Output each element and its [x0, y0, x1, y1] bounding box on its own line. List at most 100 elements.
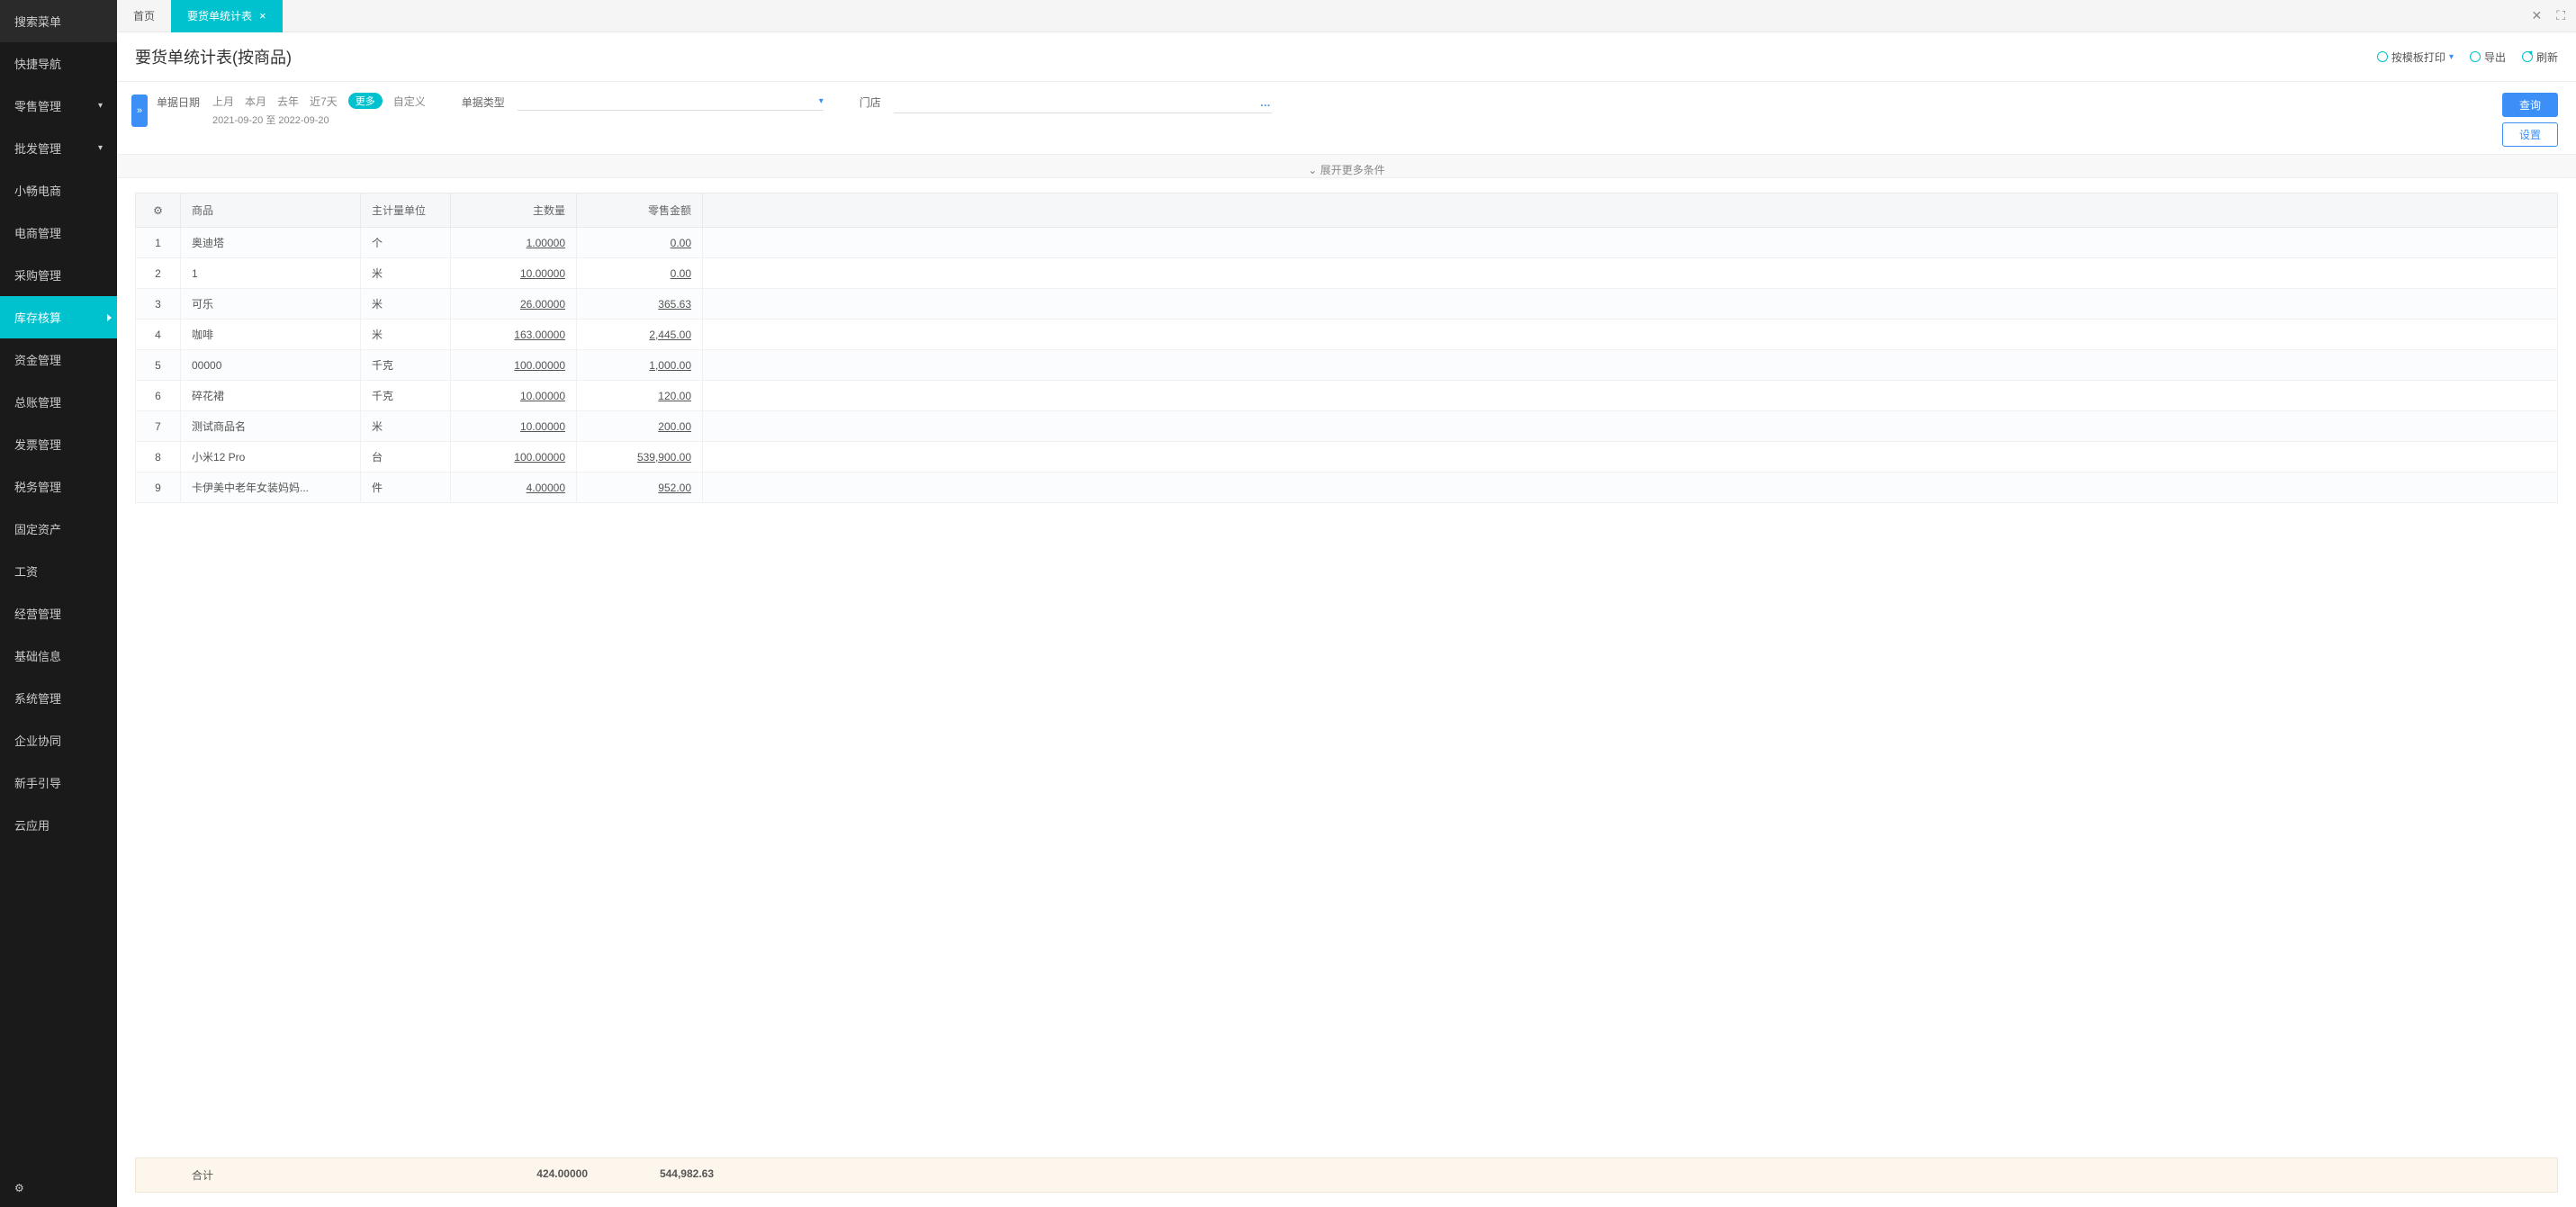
table-row[interactable]: 9卡伊美中老年女装妈妈...件4.00000952.00	[136, 473, 2558, 503]
sidebar-item-label: 库存核算	[14, 309, 61, 326]
settings-button[interactable]: 设置	[2502, 122, 2558, 147]
cell-amount[interactable]: 952.00	[577, 473, 703, 503]
sidebar-item-18[interactable]: 新手引导	[0, 761, 117, 804]
export-action[interactable]: 导出	[2470, 50, 2506, 65]
preset-7days[interactable]: 近7天	[310, 94, 338, 109]
cell-qty[interactable]: 1.00000	[451, 228, 577, 258]
row-index: 2	[136, 258, 181, 289]
preset-more[interactable]: 更多	[348, 93, 383, 109]
sidebar-item-9[interactable]: 总账管理	[0, 381, 117, 423]
sidebar-item-1[interactable]: 快捷导航	[0, 42, 117, 85]
table-row[interactable]: 6碎花裙千克10.00000120.00	[136, 381, 2558, 411]
sidebar-item-11[interactable]: 税务管理	[0, 465, 117, 508]
sidebar-item-0[interactable]: 搜索菜单	[0, 0, 117, 42]
table-row[interactable]: 500000千克100.000001,000.00	[136, 350, 2558, 381]
date-filter: 单据日期 上月 本月 去年 近7天 更多 自定义 2021-09-20 至 20…	[157, 93, 426, 127]
table-row[interactable]: 4咖啡米163.000002,445.00	[136, 320, 2558, 350]
cell-amount[interactable]: 200.00	[577, 411, 703, 442]
preset-custom[interactable]: 自定义	[393, 94, 426, 109]
tab-label: 要货单统计表	[187, 8, 252, 23]
cell-amount[interactable]: 0.00	[577, 258, 703, 289]
sidebar-item-10[interactable]: 发票管理	[0, 423, 117, 465]
sidebar-item-label: 电商管理	[14, 224, 61, 241]
sidebar-item-2[interactable]: 零售管理▾	[0, 85, 117, 127]
cell-qty[interactable]: 163.00000	[451, 320, 577, 350]
cell-qty[interactable]: 10.00000	[451, 411, 577, 442]
tab-1[interactable]: 要货单统计表 ×	[171, 0, 283, 32]
store-select[interactable]: …	[894, 93, 1272, 113]
close-all-icon[interactable]: ✕	[2527, 5, 2545, 27]
sidebar-item-label: 总账管理	[14, 393, 61, 410]
cell-amount[interactable]: 539,900.00	[577, 442, 703, 473]
print-action[interactable]: 按模板打印 ▾	[2377, 50, 2454, 65]
totals-label: 合计	[192, 1167, 372, 1183]
preset-this-month[interactable]: 本月	[245, 94, 266, 109]
row-index: 3	[136, 289, 181, 320]
sidebar-item-3[interactable]: 批发管理▾	[0, 127, 117, 169]
column-header-amount[interactable]: 零售金额	[577, 194, 703, 228]
sidebar-item-12[interactable]: 固定资产	[0, 508, 117, 550]
sidebar-item-17[interactable]: 企业协同	[0, 719, 117, 761]
sidebar-item-7[interactable]: 库存核算	[0, 296, 117, 338]
cell-qty[interactable]: 26.00000	[451, 289, 577, 320]
cell-unit: 千克	[361, 350, 451, 381]
type-select[interactable]: ▾	[518, 93, 824, 111]
column-header-qty[interactable]: 主数量	[451, 194, 577, 228]
sidebar-item-label: 企业协同	[14, 732, 61, 749]
table-row[interactable]: 21米10.000000.00	[136, 258, 2558, 289]
table-row[interactable]: 1奥迪塔个1.000000.00	[136, 228, 2558, 258]
table-row[interactable]: 8小米12 Pro台100.00000539,900.00	[136, 442, 2558, 473]
sidebar-settings[interactable]: ⚙	[0, 1169, 117, 1207]
sidebar-item-8[interactable]: 资金管理	[0, 338, 117, 381]
cell-product: 碎花裙	[181, 381, 361, 411]
sidebar-item-label: 基础信息	[14, 647, 61, 664]
sidebar-item-16[interactable]: 系统管理	[0, 677, 117, 719]
column-header-product[interactable]: 商品	[181, 194, 361, 228]
cell-amount[interactable]: 365.63	[577, 289, 703, 320]
sidebar-item-19[interactable]: 云应用	[0, 804, 117, 846]
table-row[interactable]: 7测试商品名米10.00000200.00	[136, 411, 2558, 442]
sidebar: 搜索菜单快捷导航零售管理▾批发管理▾小畅电商电商管理采购管理库存核算资金管理总账…	[0, 0, 117, 1207]
cell-unit: 台	[361, 442, 451, 473]
sidebar-item-label: 采购管理	[14, 266, 61, 284]
sidebar-item-15[interactable]: 基础信息	[0, 635, 117, 677]
cell-unit: 米	[361, 289, 451, 320]
cell-unit: 件	[361, 473, 451, 503]
column-header-unit[interactable]: 主计量单位	[361, 194, 451, 228]
cell-amount[interactable]: 2,445.00	[577, 320, 703, 350]
query-button[interactable]: 查询	[2502, 93, 2558, 117]
cell-amount[interactable]: 120.00	[577, 381, 703, 411]
sidebar-item-label: 搜索菜单	[14, 13, 61, 30]
preset-last-month[interactable]: 上月	[212, 94, 234, 109]
sidebar-item-14[interactable]: 经营管理	[0, 592, 117, 635]
expand-conditions[interactable]: ⌄ 展开更多条件	[117, 154, 2576, 177]
table-row[interactable]: 3可乐米26.00000365.63	[136, 289, 2558, 320]
preset-last-year[interactable]: 去年	[277, 94, 299, 109]
sidebar-item-13[interactable]: 工资	[0, 550, 117, 592]
totals-row: 合计 424.00000 544,982.63	[135, 1157, 2558, 1193]
chevron-down-icon: ▾	[2449, 52, 2454, 62]
store-filter: 门店 …	[860, 93, 1272, 113]
sidebar-item-4[interactable]: 小畅电商	[0, 169, 117, 212]
cell-amount[interactable]: 1,000.00	[577, 350, 703, 381]
refresh-action[interactable]: 刷新	[2522, 50, 2558, 65]
tab-0[interactable]: 首页	[117, 0, 171, 32]
cell-qty[interactable]: 100.00000	[451, 442, 577, 473]
cell-amount[interactable]: 0.00	[577, 228, 703, 258]
cell-qty[interactable]: 10.00000	[451, 258, 577, 289]
sidebar-item-6[interactable]: 采购管理	[0, 254, 117, 296]
close-icon[interactable]: ×	[259, 9, 266, 23]
cell-qty[interactable]: 100.00000	[451, 350, 577, 381]
gear-icon: ⚙	[153, 204, 163, 217]
row-index: 1	[136, 228, 181, 258]
cell-product: 1	[181, 258, 361, 289]
gear-column-header[interactable]: ⚙	[136, 194, 181, 228]
collapse-toggle[interactable]: »	[131, 95, 148, 127]
fullscreen-icon[interactable]: ⛶	[2553, 5, 2569, 27]
sidebar-item-5[interactable]: 电商管理	[0, 212, 117, 254]
sidebar-item-label: 新手引导	[14, 774, 61, 791]
cell-qty[interactable]: 10.00000	[451, 381, 577, 411]
cell-product: 可乐	[181, 289, 361, 320]
row-index: 6	[136, 381, 181, 411]
cell-qty[interactable]: 4.00000	[451, 473, 577, 503]
